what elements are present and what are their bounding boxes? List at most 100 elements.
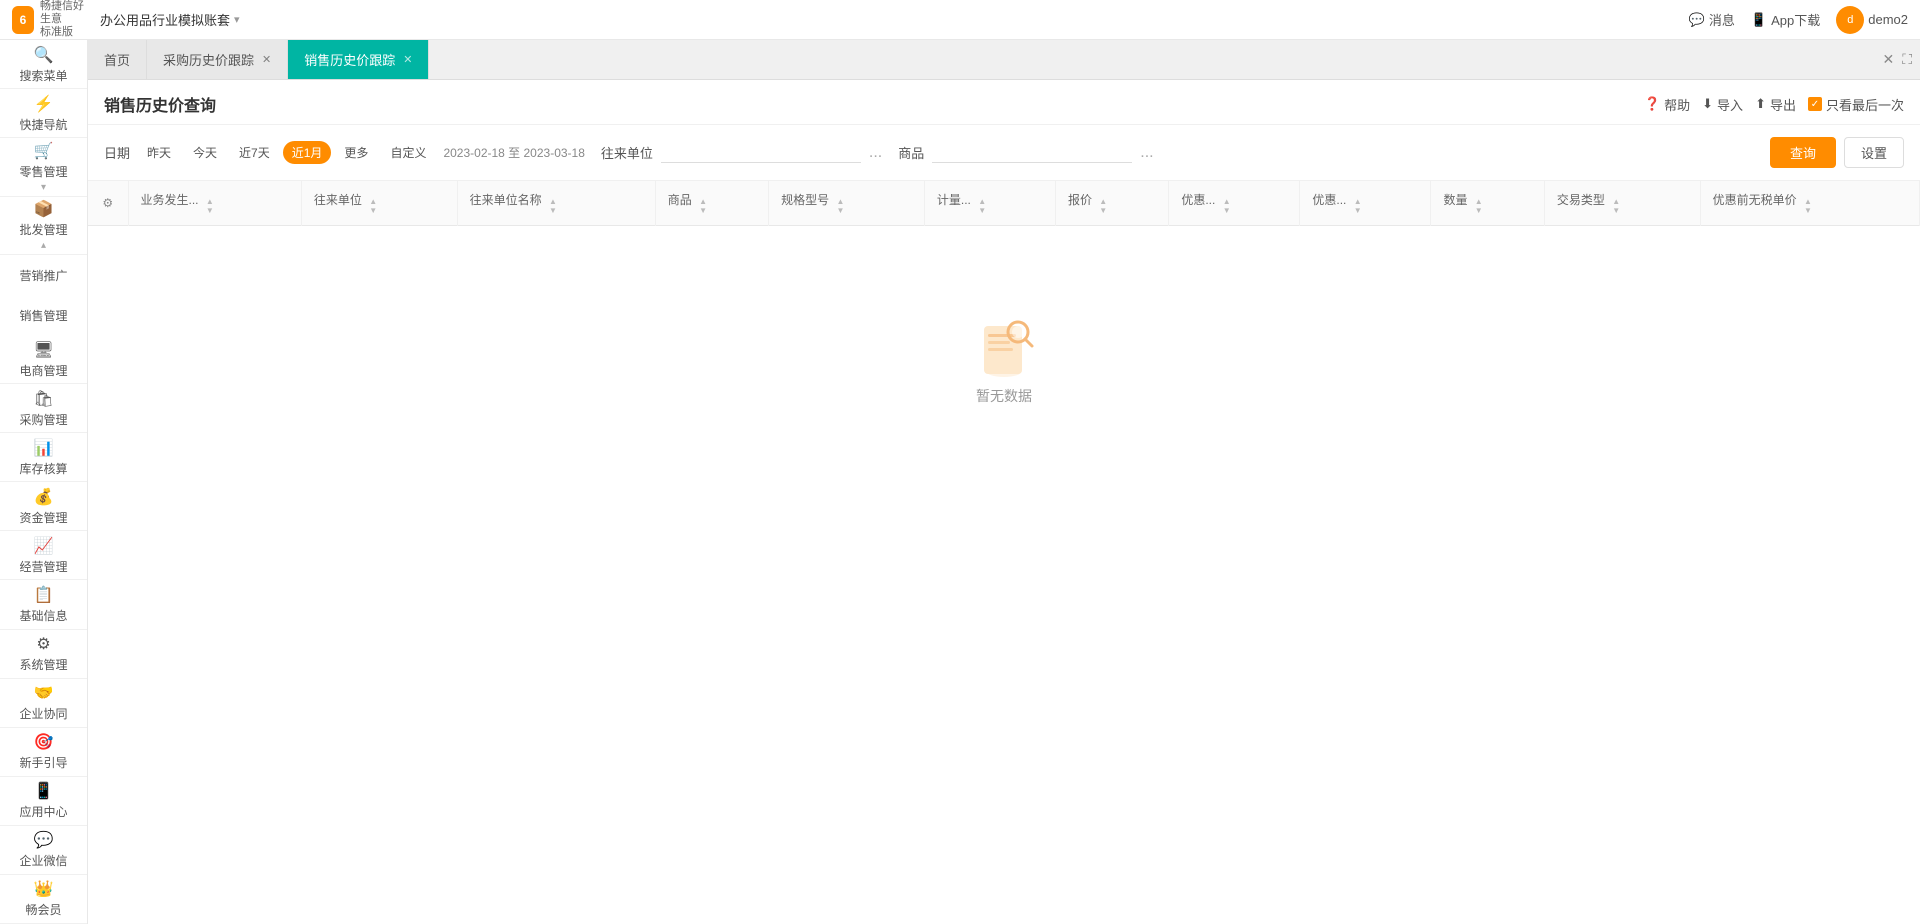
date-range-display: 2023-02-18 至 2023-03-18 [443,144,584,161]
close-icon[interactable]: ✕ [262,53,271,66]
sidebar-item-label: 电商管理 [19,362,67,379]
date-btn-yesterday[interactable]: 昨天 [138,141,180,164]
settings-button[interactable]: 设置 [1844,137,1904,168]
message-button[interactable]: 💬 消息 [1689,10,1735,29]
table-header-spec[interactable]: 规格型号 ▲ ▼ [769,181,925,226]
sidebar-item-retail-mgmt[interactable]: 🛒 零售管理 ▾ [0,138,87,196]
sidebar-item-app-center[interactable]: 📱 应用中心 [0,777,87,826]
tab-bar-actions: ✕ ⛶ [1874,40,1920,79]
avatar: d [1836,6,1864,34]
table-header-product[interactable]: 商品 ▲ ▼ [655,181,768,226]
sidebar-item-marketing[interactable]: 营销推广 [0,255,87,295]
sort-arrows: ▲ ▼ [1475,198,1483,215]
table-header-quote[interactable]: 报价 ▲ ▼ [1055,181,1168,226]
sidebar: 🔍 搜索菜单 ⚡ 快捷导航 🛒 零售管理 ▾ 📦 批发管理 ▴ 营销推广 销售管… [0,40,88,924]
sidebar-item-enterprise-collab[interactable]: 🤝 企业协同 [0,679,87,728]
top-bar-right: 💬 消息 📱 App下载 d demo2 [1689,6,1908,34]
workspace-name: 办公用品行业模拟账套 [100,10,230,29]
sidebar-item-finance[interactable]: 💰 资金管理 [0,482,87,531]
workspace-selector[interactable]: 办公用品行业模拟账套 ▾ [100,10,1681,29]
table-header-discount1[interactable]: 优惠... ▲ ▼ [1169,181,1300,226]
sidebar-item-basic-info[interactable]: 📋 基础信息 [0,580,87,629]
export-icon: ⬆ [1755,96,1766,112]
home-tab-label: 首页 [104,50,130,69]
table-header-quantity[interactable]: 数量 ▲ ▼ [1431,181,1544,226]
sidebar-item-label: 企业微信 [19,852,67,869]
table-header-biz-date[interactable]: 业务发生... ▲ ▼ [128,181,301,226]
sort-arrows: ▲ ▼ [1354,198,1362,215]
data-table: ⚙ 业务发生... ▲ ▼ 往来单位 [88,181,1920,226]
date-btn-more[interactable]: 更多 [335,141,377,164]
sidebar-item-enterprise-wechat[interactable]: 💬 企业微信 [0,826,87,875]
sidebar-item-purchase-mgmt[interactable]: 🛍 采购管理 [0,384,87,433]
sidebar-item-search-menu[interactable]: 🔍 搜索菜单 [0,40,87,89]
tab-home[interactable]: 首页 [88,40,147,79]
sidebar-item-member[interactable]: 👑 畅会员 [0,875,87,924]
sort-arrows: ▲ ▼ [1804,198,1812,215]
partner-dots[interactable]: ... [869,144,882,162]
sort-arrows: ▲ ▼ [978,198,986,215]
content-area: 首页 采购历史价跟踪 ✕ 销售历史价跟踪 ✕ ✕ ⛶ 销售历史价查询 [88,40,1920,924]
sidebar-item-label: 企业协同 [19,705,67,722]
query-button[interactable]: 查询 [1770,137,1836,168]
sidebar-item-quick-nav[interactable]: ⚡ 快捷导航 [0,89,87,138]
logo-area: 6 畅捷信好生意 标准版 [12,0,92,39]
table-header-settings[interactable]: ⚙ [88,181,128,226]
export-button[interactable]: ⬆ 导出 [1755,95,1796,114]
maximize-icon[interactable]: ⛶ [1902,51,1912,68]
tab-sales-history[interactable]: 销售历史价跟踪 ✕ [288,40,429,79]
collab-icon: 🤝 [34,683,54,703]
ecommerce-icon: 🖥 [33,340,53,360]
table-header-partner-code[interactable]: 往来单位 ▲ ▼ [301,181,457,226]
sidebar-item-label: 批发管理 [19,221,67,238]
app-download-button[interactable]: 📱 App下载 [1751,10,1820,29]
sort-arrows: ▲ ▼ [837,198,845,215]
operations-icon: 📈 [34,536,54,556]
checkbox-icon: ✓ [1808,97,1822,111]
tab-bar: 首页 采购历史价跟踪 ✕ 销售历史价跟踪 ✕ ✕ ⛶ [88,40,1920,80]
close-window-icon[interactable]: ✕ [1882,51,1894,68]
help-button[interactable]: ❓ 帮助 [1644,95,1690,114]
sidebar-item-label: 基础信息 [19,607,67,624]
date-filter-group: 日期 昨天 今天 近7天 近1月 更多 自定义 2023-02-18 至 202… [104,141,585,164]
user-menu[interactable]: d demo2 [1836,6,1908,34]
sort-arrows: ▲ ▼ [206,198,214,215]
sidebar-item-inventory[interactable]: 📊 库存核算 [0,433,87,482]
finance-icon: 💰 [34,487,54,507]
sort-arrows: ▲ ▼ [549,198,557,215]
table-header-discount2[interactable]: 优惠... ▲ ▼ [1300,181,1431,226]
sort-arrows: ▲ ▼ [369,198,377,215]
import-button[interactable]: ⬇ 导入 [1702,95,1743,114]
chevron-down-icon: ▾ [41,182,46,193]
date-btn-7days[interactable]: 近7天 [230,141,279,164]
table-header-row: ⚙ 业务发生... ▲ ▼ 往来单位 [88,181,1920,226]
sidebar-item-operations[interactable]: 📈 经营管理 [0,531,87,580]
product-input[interactable] [932,143,1132,163]
partner-input[interactable] [661,143,861,163]
tab-purchase-history[interactable]: 采购历史价跟踪 ✕ [147,40,288,79]
gear-icon[interactable]: ⚙ [102,196,113,210]
filter-bar: 日期 昨天 今天 近7天 近1月 更多 自定义 2023-02-18 至 202… [88,125,1920,181]
date-btn-custom[interactable]: 自定义 [381,141,435,164]
sidebar-item-sales-mgmt[interactable]: 销售管理 [0,295,87,335]
page-header-actions: ❓ 帮助 ⬇ 导入 ⬆ 导出 ✓ 只看最后一次 [1644,95,1904,114]
close-icon[interactable]: ✕ [403,53,412,66]
date-btn-1month[interactable]: 近1月 [283,141,332,164]
table-header-trade-type[interactable]: 交易类型 ▲ ▼ [1544,181,1700,226]
table-header-pre-tax[interactable]: 优惠前无税单价 ▲ ▼ [1700,181,1919,226]
purchase-history-tab-label: 采购历史价跟踪 [163,50,254,69]
product-filter-group: 商品 ... [898,143,1153,163]
app-center-icon: 📱 [34,781,54,801]
date-btn-today[interactable]: 今天 [184,141,226,164]
sidebar-item-wholesale-mgmt[interactable]: 📦 批发管理 ▴ [0,197,87,255]
table-container: ⚙ 业务发生... ▲ ▼ 往来单位 [88,181,1920,924]
sidebar-item-system[interactable]: ⚙ 系统管理 [0,630,87,679]
help-icon: ❓ [1644,96,1660,112]
only-last-checkbox[interactable]: ✓ 只看最后一次 [1808,95,1904,114]
table-header-unit[interactable]: 计量... ▲ ▼ [924,181,1055,226]
sidebar-item-new-guide[interactable]: 🎯 新手引导 [0,728,87,777]
search-icon: 🔍 [34,45,54,65]
table-header-partner-name[interactable]: 往来单位名称 ▲ ▼ [457,181,655,226]
product-dots[interactable]: ... [1140,144,1153,162]
sidebar-item-ecommerce[interactable]: 🖥 电商管理 [0,335,87,384]
